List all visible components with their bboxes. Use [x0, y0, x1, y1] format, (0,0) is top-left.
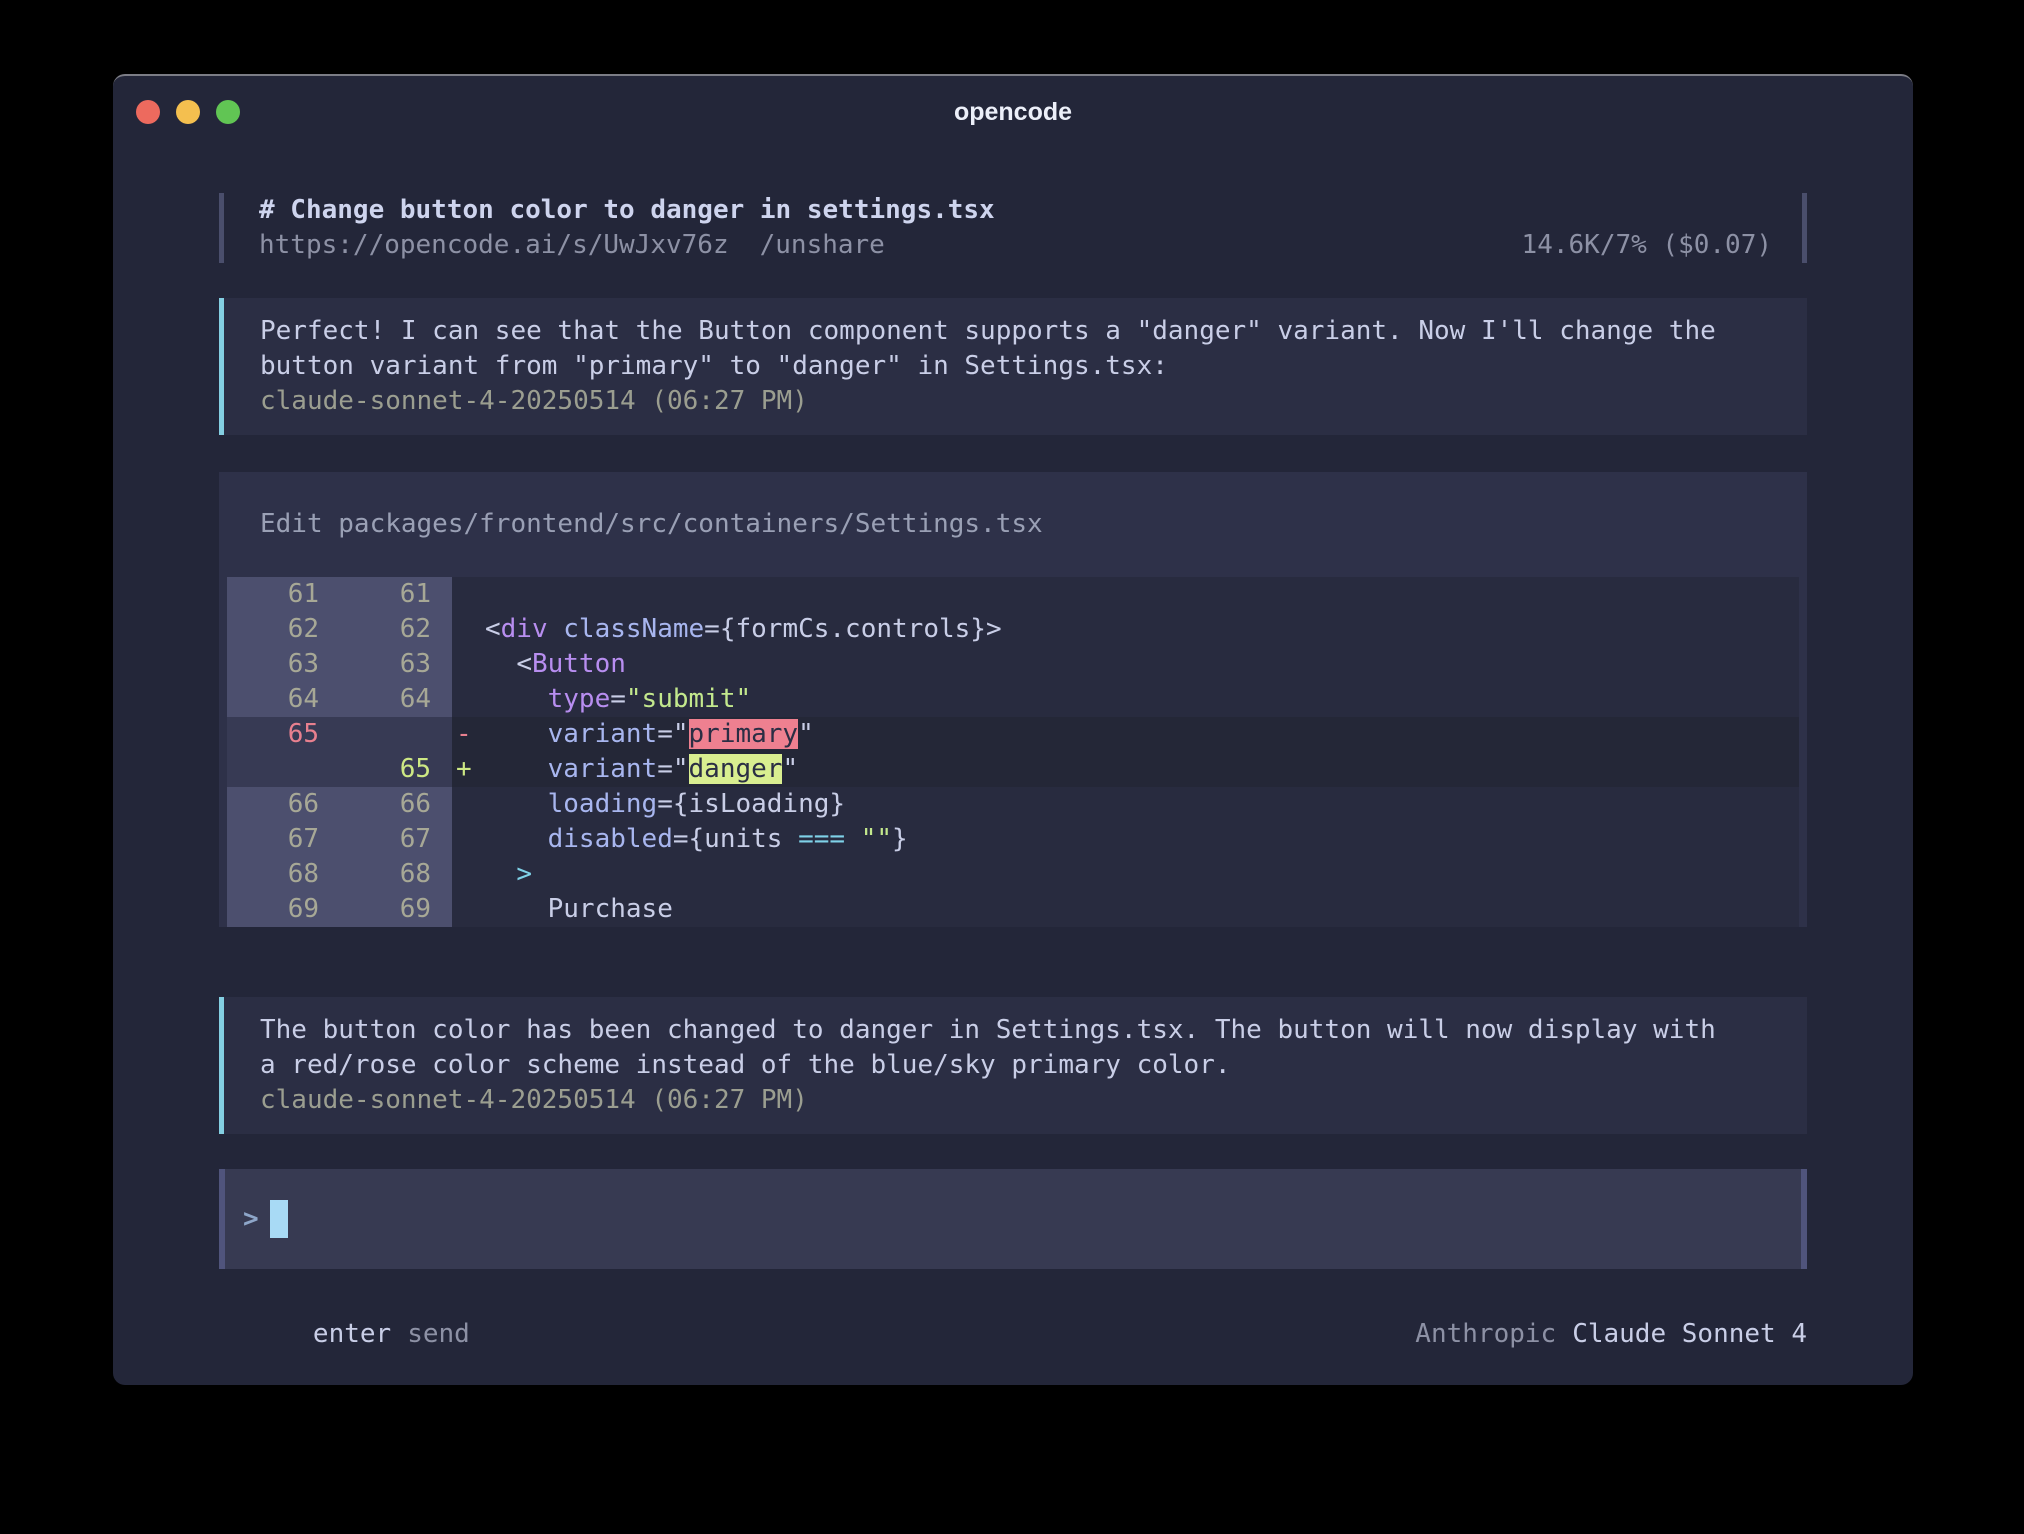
session-title: # Change button color to danger in setti…	[259, 193, 1772, 228]
enter-key-hint: enter	[313, 1319, 391, 1349]
model-label: Claude Sonnet 4	[1572, 1319, 1807, 1349]
session-header: # Change button color to danger in setti…	[219, 193, 1807, 263]
message-line: button variant from "primary" to "danger…	[260, 349, 1787, 384]
message-meta: claude-sonnet-4-20250514 (06:27 PM)	[260, 1083, 1787, 1118]
diff-row: 65+ variant="danger"	[227, 752, 1799, 787]
send-action-label: send	[407, 1319, 470, 1349]
provider-label: Anthropic	[1415, 1319, 1556, 1349]
prompt-input[interactable]: >	[219, 1169, 1807, 1269]
message-line: Perfect! I can see that the Button compo…	[260, 314, 1787, 349]
session-subtitle-row: https://opencode.ai/s/UwJxv76z /unshare …	[259, 228, 1772, 263]
diff-row: 6969 Purchase	[227, 892, 1799, 927]
context-stats: 14.6K/7% ($0.07)	[1522, 228, 1772, 263]
diff-row: 6767 disabled={units === ""}	[227, 822, 1799, 857]
diff-row: 6666 loading={isLoading}	[227, 787, 1799, 822]
share-url[interactable]: https://opencode.ai/s/UwJxv76z	[259, 228, 729, 263]
edit-tool-title: Edit packages/frontend/src/containers/Se…	[219, 472, 1807, 577]
diff-row: 6161	[227, 577, 1799, 612]
model-indicator: Anthropic Claude Sonnet 4	[1321, 1282, 1807, 1385]
send-hint: enter send	[219, 1282, 470, 1385]
edit-tool-panel: Edit packages/frontend/src/containers/Se…	[219, 472, 1807, 927]
diff-view: 6161 6262 <div className={formCs.control…	[227, 577, 1799, 927]
titlebar: opencode	[113, 76, 1913, 148]
diff-row: 6262 <div className={formCs.controls}>	[227, 612, 1799, 647]
diff-row: 6363 <Button	[227, 647, 1799, 682]
unshare-command[interactable]: /unshare	[760, 228, 885, 263]
diff-row: 6868 >	[227, 857, 1799, 892]
window-title: opencode	[113, 76, 1913, 148]
message-line: The button color has been changed to dan…	[260, 1013, 1787, 1048]
assistant-message: The button color has been changed to dan…	[219, 997, 1807, 1134]
text-cursor	[270, 1200, 288, 1238]
message-meta: claude-sonnet-4-20250514 (06:27 PM)	[260, 384, 1787, 419]
opencode-window: opencode # Change button color to danger…	[113, 74, 1913, 1385]
diff-row: 6464 type="submit"	[227, 682, 1799, 717]
prompt-symbol: >	[243, 1202, 259, 1237]
helper-row: enter send Anthropic Claude Sonnet 4	[219, 1282, 1807, 1385]
message-line: a red/rose color scheme instead of the b…	[260, 1048, 1787, 1083]
assistant-message: Perfect! I can see that the Button compo…	[219, 298, 1807, 435]
diff-row: 65- variant="primary"	[227, 717, 1799, 752]
